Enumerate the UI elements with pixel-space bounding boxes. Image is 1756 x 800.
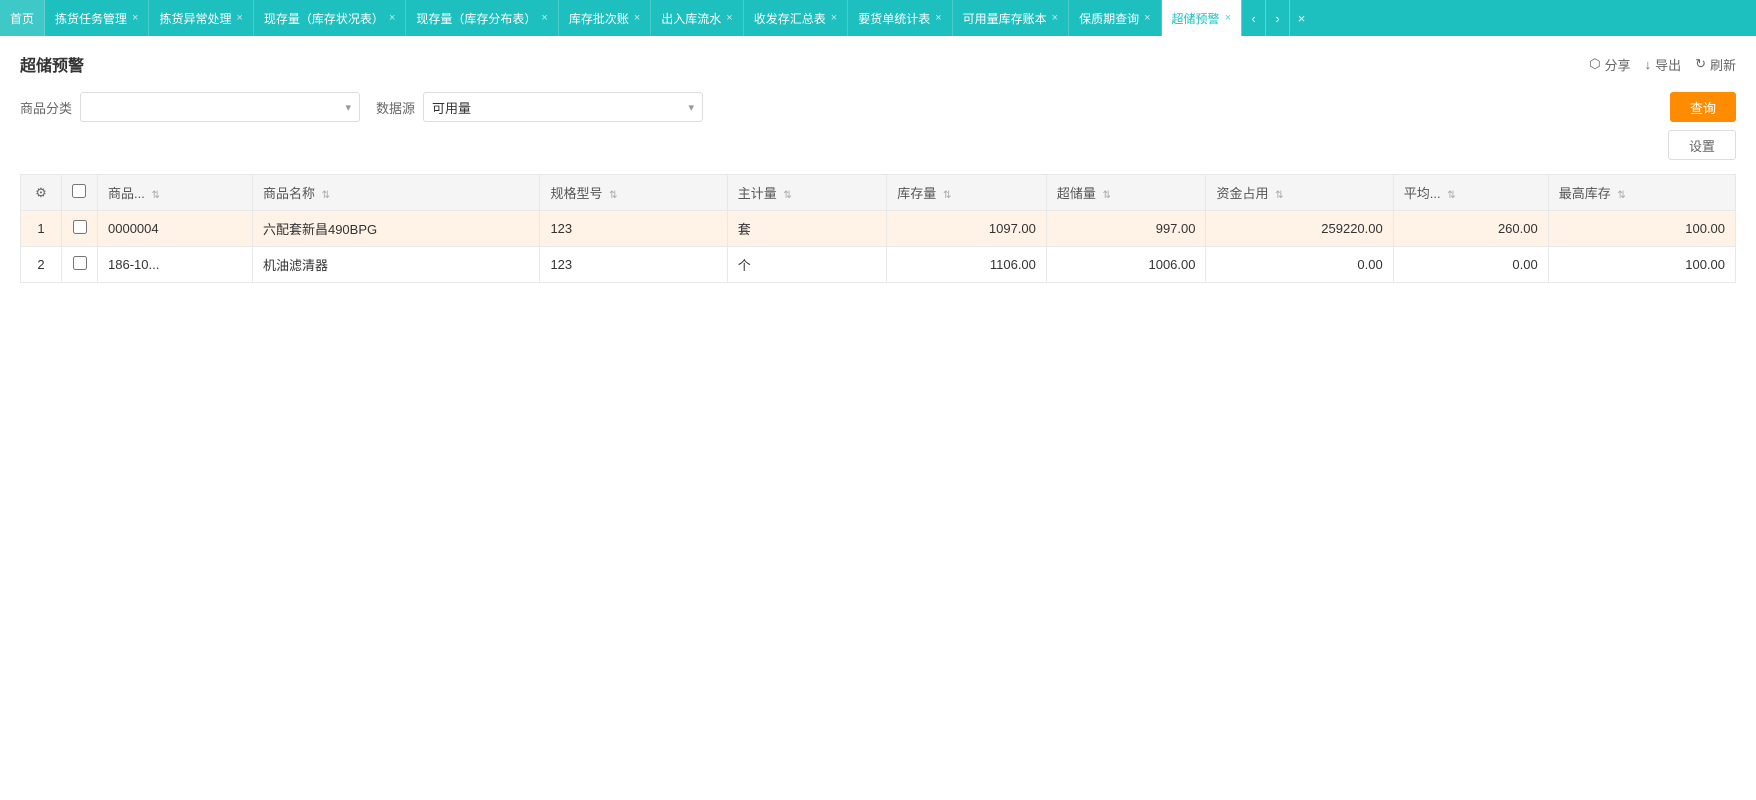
- sort-icon: ⇅: [609, 190, 617, 201]
- unit-header[interactable]: 主计量 ⇅: [727, 175, 887, 211]
- nav-home[interactable]: 首页: [0, 0, 45, 36]
- settings-icon[interactable]: ⚙: [31, 183, 51, 203]
- close-icon[interactable]: ×: [726, 12, 732, 24]
- select-all-checkbox[interactable]: [72, 184, 86, 198]
- row-checkbox[interactable]: [73, 220, 87, 234]
- max-stock-header[interactable]: 最高库存 ⇅: [1548, 175, 1735, 211]
- table-row: 1 0000004 六配套新昌490BPG 123 套 1097.00 997.…: [21, 211, 1736, 247]
- product-category-select[interactable]: ▾: [80, 92, 360, 122]
- table-row: 2 186-10... 机油滤清器 123 个 1106.00 1006.00 …: [21, 247, 1736, 283]
- settings-column-header: ⚙: [21, 175, 62, 211]
- filter-area: 商品分类 ▾ 数据源 可用量 ▾ 查询 设置: [20, 92, 1736, 160]
- nav-available-account[interactable]: 可用量库存账本 ×: [953, 0, 1069, 36]
- page-container: 超储预警 ⬡ 分享 ↓ 导出 ↻ 刷新 商品分类 ▾ 数据源: [0, 36, 1756, 299]
- nav-abnormal[interactable]: 拣货异常处理 ×: [149, 0, 253, 36]
- sort-icon: ⇅: [943, 190, 951, 201]
- max-stock-cell: 100.00: [1548, 211, 1735, 247]
- close-icon[interactable]: ×: [1144, 12, 1150, 24]
- data-table: ⚙ 商品... ⇅ 商品名称 ⇅ 规格型号 ⇅ 主计量: [20, 174, 1736, 283]
- average-cell: 260.00: [1393, 211, 1548, 247]
- row-number: 2: [21, 247, 62, 283]
- close-icon[interactable]: ×: [1052, 12, 1058, 24]
- row-checkbox-cell: [62, 211, 98, 247]
- stock-cell: 1097.00: [887, 211, 1047, 247]
- spec-header[interactable]: 规格型号 ⇅: [540, 175, 727, 211]
- refresh-button[interactable]: ↻ 刷新: [1695, 55, 1736, 74]
- row-number: 1: [21, 211, 62, 247]
- checkbox-column-header: [62, 175, 98, 211]
- sort-icon: ⇅: [1103, 190, 1111, 201]
- capital-usage-cell: 0.00: [1206, 247, 1393, 283]
- product-name-cell: 机油滤清器: [252, 247, 539, 283]
- filter-buttons: 查询 设置: [1668, 92, 1736, 160]
- product-code-header[interactable]: 商品... ⇅: [98, 175, 253, 211]
- overstock-cell: 1006.00: [1046, 247, 1206, 283]
- max-stock-cell: 100.00: [1548, 247, 1735, 283]
- sort-icon: ⇅: [1275, 190, 1283, 201]
- capital-usage-header[interactable]: 资金占用 ⇅: [1206, 175, 1393, 211]
- product-code-cell: 186-10...: [98, 247, 253, 283]
- product-name-cell: 六配套新昌490BPG: [252, 211, 539, 247]
- close-icon[interactable]: ×: [389, 12, 395, 24]
- stock-header[interactable]: 库存量 ⇅: [887, 175, 1047, 211]
- nav-inventory-dist[interactable]: 现存量（库存分布表） ×: [406, 0, 558, 36]
- chevron-down-icon: ▾: [345, 101, 351, 114]
- nav-collect-summary[interactable]: 收发存汇总表 ×: [744, 0, 848, 36]
- capital-usage-cell: 259220.00: [1206, 211, 1393, 247]
- row-checkbox-cell: [62, 247, 98, 283]
- nav-close-button[interactable]: ×: [1289, 0, 1313, 36]
- datasource-select[interactable]: 可用量 ▾: [423, 92, 703, 122]
- sort-icon: ⇅: [151, 190, 159, 201]
- average-header[interactable]: 平均... ⇅: [1393, 175, 1548, 211]
- page-header: 超储预警 ⬡ 分享 ↓ 导出 ↻ 刷新: [20, 52, 1736, 76]
- datasource-filter: 数据源 可用量 ▾: [376, 92, 703, 122]
- sort-icon: ⇅: [783, 190, 791, 201]
- close-icon[interactable]: ×: [634, 12, 640, 24]
- nav-overstock-alert[interactable]: 超储预警 ×: [1162, 0, 1241, 36]
- table-header-row: ⚙ 商品... ⇅ 商品名称 ⇅ 规格型号 ⇅ 主计量: [21, 175, 1736, 211]
- close-icon[interactable]: ×: [541, 12, 547, 24]
- stock-cell: 1106.00: [887, 247, 1047, 283]
- close-icon[interactable]: ×: [831, 12, 837, 24]
- share-button[interactable]: ⬡ 分享: [1589, 55, 1630, 74]
- nav-prev-button[interactable]: ‹: [1241, 0, 1265, 36]
- spec-cell: 123: [540, 247, 727, 283]
- nav-batch-account[interactable]: 库存批次账 ×: [559, 0, 651, 36]
- nav-order-stats[interactable]: 要货单统计表 ×: [848, 0, 952, 36]
- close-icon[interactable]: ×: [132, 12, 138, 24]
- nav-inout-flow[interactable]: 出入库流水 ×: [651, 0, 743, 36]
- top-navigation: 首页 拣货任务管理 × 拣货异常处理 × 现存量（库存状况表） × 现存量（库存…: [0, 0, 1756, 36]
- product-code-cell: 0000004: [98, 211, 253, 247]
- sort-icon: ⇅: [1447, 190, 1455, 201]
- header-actions: ⬡ 分享 ↓ 导出 ↻ 刷新: [1589, 55, 1736, 74]
- refresh-icon: ↻: [1695, 56, 1706, 72]
- overstock-cell: 997.00: [1046, 211, 1206, 247]
- settings-button[interactable]: 设置: [1668, 130, 1736, 160]
- nav-expiry-query[interactable]: 保质期查询 ×: [1069, 0, 1161, 36]
- close-icon[interactable]: ×: [236, 12, 242, 24]
- query-button[interactable]: 查询: [1670, 92, 1736, 122]
- export-button[interactable]: ↓ 导出: [1645, 55, 1682, 74]
- share-icon: ⬡: [1589, 56, 1600, 72]
- close-icon[interactable]: ×: [1225, 12, 1231, 24]
- product-category-filter: 商品分类 ▾: [20, 92, 360, 122]
- unit-cell: 套: [727, 211, 887, 247]
- nav-inventory-status[interactable]: 现存量（库存状况表） ×: [254, 0, 406, 36]
- overstock-header[interactable]: 超储量 ⇅: [1046, 175, 1206, 211]
- unit-cell: 个: [727, 247, 887, 283]
- page-title: 超储预警: [20, 52, 84, 76]
- chevron-down-icon: ▾: [689, 101, 695, 114]
- nav-task-mgmt[interactable]: 拣货任务管理 ×: [45, 0, 149, 36]
- nav-next-button[interactable]: ›: [1265, 0, 1289, 36]
- average-cell: 0.00: [1393, 247, 1548, 283]
- row-checkbox[interactable]: [73, 256, 87, 270]
- spec-cell: 123: [540, 211, 727, 247]
- sort-icon: ⇅: [322, 190, 330, 201]
- export-icon: ↓: [1645, 57, 1652, 72]
- product-name-header[interactable]: 商品名称 ⇅: [252, 175, 539, 211]
- close-icon[interactable]: ×: [935, 12, 941, 24]
- sort-icon: ⇅: [1617, 190, 1625, 201]
